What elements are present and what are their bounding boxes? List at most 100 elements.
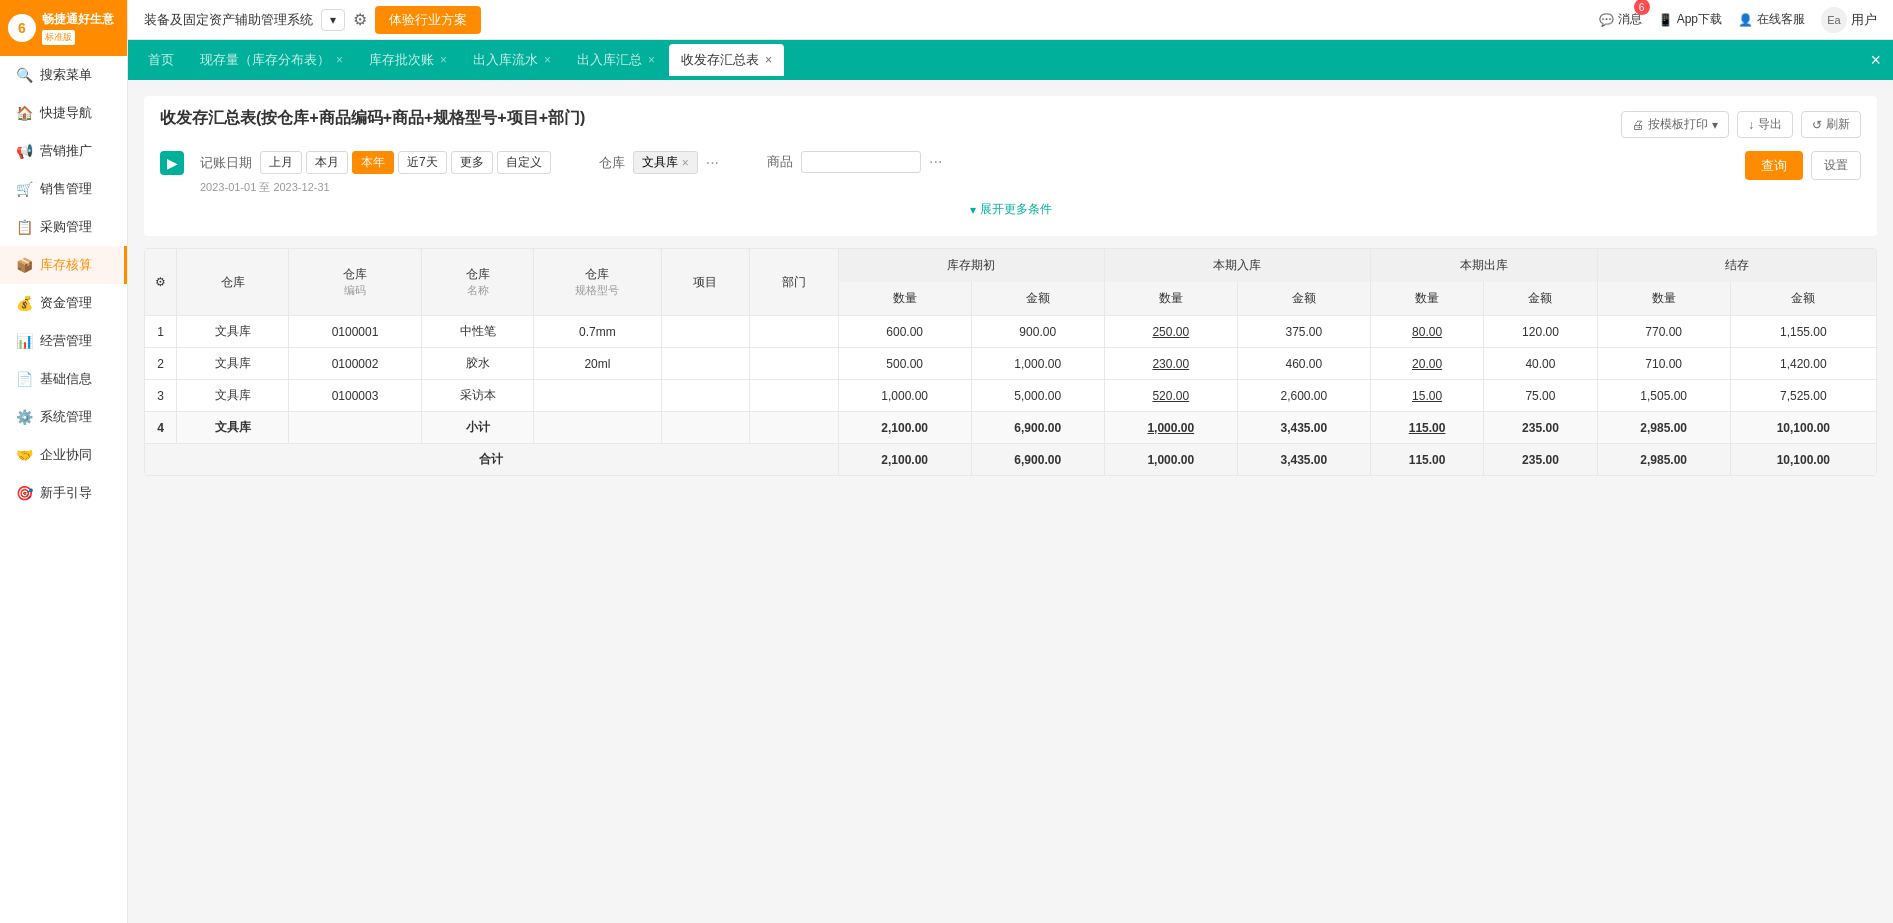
warehouse-tag-remove[interactable]: × [682, 156, 689, 170]
cell-in-qty[interactable]: 230.00 [1104, 348, 1237, 380]
export-btn[interactable]: ↓ 导出 [1737, 111, 1793, 138]
cell-index: 3 [145, 380, 177, 412]
tab-recv-summary-close[interactable]: × [765, 53, 772, 67]
cell-out-qty[interactable]: 80.00 [1370, 316, 1483, 348]
date-btn-last-month[interactable]: 上月 [260, 151, 302, 174]
th-project: 项目 [661, 249, 749, 316]
th-bal-qty: 数量 [1597, 282, 1730, 316]
cell-warehouse: 文具库 [177, 316, 289, 348]
cell-spec [534, 412, 662, 444]
sidebar-item-newbie-label: 新手引导 [40, 484, 92, 502]
cell-name: 采访本 [422, 380, 534, 412]
date-btn-this-year[interactable]: 本年 [352, 151, 394, 174]
cell-bal-amt: 10,100.00 [1730, 412, 1876, 444]
th-open-amt: 金额 [971, 282, 1104, 316]
cell-bal-qty: 2,985.00 [1597, 412, 1730, 444]
date-btn-custom[interactable]: 自定义 [497, 151, 551, 174]
sidebar-item-marketing-label: 营销推广 [40, 142, 92, 160]
total-label: 合计 [145, 444, 839, 476]
print-btn[interactable]: 🖨 按模板打印 ▾ [1621, 111, 1729, 138]
trial-button[interactable]: 体验行业方案 [375, 6, 481, 34]
goods-more[interactable]: ··· [929, 153, 942, 171]
sidebar-item-marketing[interactable]: 📢 营销推广 [0, 132, 127, 170]
sidebar-item-search[interactable]: 🔍 搜索菜单 [0, 56, 127, 94]
sidebar-item-basic[interactable]: 📄 基础信息 [0, 360, 127, 398]
tab-batch-label: 库存批次账 [369, 51, 434, 69]
table-row: 2文具库0100002胶水20ml500.001,000.00230.00460… [145, 348, 1877, 380]
table-settings-icon: ⚙ [155, 275, 166, 289]
total-row: 合计 2,100.00 6,900.00 1,000.00 3,435.00 1… [145, 444, 1877, 476]
cell-spec: 20ml [534, 348, 662, 380]
total-open-qty: 2,100.00 [838, 444, 971, 476]
tab-recv-summary[interactable]: 收发存汇总表 × [669, 44, 784, 76]
mobile-icon: 📱 [1658, 13, 1673, 27]
cell-out-qty[interactable]: 15.00 [1370, 380, 1483, 412]
goods-filter-label: 商品 [767, 153, 793, 171]
th-out-group: 本期出库 [1370, 249, 1597, 283]
cell-open-qty: 600.00 [838, 316, 971, 348]
notification-item[interactable]: 💬 6 消息 [1599, 11, 1642, 28]
newbie-icon: 🎯 [16, 485, 32, 501]
date-btn-more[interactable]: 更多 [451, 151, 493, 174]
tab-batch[interactable]: 库存批次账 × [357, 44, 459, 76]
sidebar-item-purchase[interactable]: 📋 采购管理 [0, 208, 127, 246]
sidebar-item-basic-label: 基础信息 [40, 370, 92, 388]
service-item[interactable]: 👤 在线客服 [1738, 11, 1805, 28]
expand-more-btn[interactable]: ▾ 展开更多条件 [160, 195, 1861, 224]
tab-stock-dist[interactable]: 现存量（库存分布表） × [188, 44, 355, 76]
warehouse-tag-text: 文具库 [642, 154, 678, 171]
gear-icon[interactable]: ⚙ [353, 10, 367, 29]
th-settings[interactable]: ⚙ [145, 249, 177, 316]
tab-home[interactable]: 首页 [136, 44, 186, 76]
cell-dept [750, 412, 838, 444]
sidebar-item-operations[interactable]: 📊 经营管理 [0, 322, 127, 360]
sidebar-item-quicknav[interactable]: 🏠 快捷导航 [0, 94, 127, 132]
cell-out-qty[interactable]: 20.00 [1370, 348, 1483, 380]
sidebar-item-enterprise[interactable]: 🤝 企业协同 [0, 436, 127, 474]
cell-in-qty[interactable]: 250.00 [1104, 316, 1237, 348]
tab-flow-close[interactable]: × [544, 53, 551, 67]
warehouse-more[interactable]: ··· [706, 154, 719, 172]
username: 用户 [1851, 11, 1877, 29]
cell-index: 2 [145, 348, 177, 380]
sidebar-item-sales[interactable]: 🛒 销售管理 [0, 170, 127, 208]
cell-code [289, 412, 422, 444]
app-label: App下载 [1677, 11, 1722, 28]
print-icon: 🖨 [1632, 118, 1644, 132]
sidebar-item-system[interactable]: ⚙️ 系统管理 [0, 398, 127, 436]
app-download-item[interactable]: 📱 App下载 [1658, 11, 1722, 28]
sidebar-item-finance[interactable]: 💰 资金管理 [0, 284, 127, 322]
cell-code: 0100002 [289, 348, 422, 380]
table-row: 3文具库0100003采访本1,000.005,000.00520.002,60… [145, 380, 1877, 412]
system-dropdown[interactable]: ▾ [321, 9, 345, 31]
tab-summary[interactable]: 出入库汇总 × [565, 44, 667, 76]
cell-index: 1 [145, 316, 177, 348]
sidebar-item-inventory[interactable]: 📦 库存核算 [0, 246, 127, 284]
cell-dept [750, 380, 838, 412]
user-item[interactable]: Ea 用户 [1821, 7, 1877, 33]
page-header: 收发存汇总表(按仓库+商品编码+商品+规格型号+项目+部门) 🖨 按模板打印 ▾… [144, 96, 1877, 236]
tab-flow[interactable]: 出入库流水 × [461, 44, 563, 76]
operations-icon: 📊 [16, 333, 32, 349]
th-warehouse: 仓库 [177, 249, 289, 316]
tab-stock-dist-close[interactable]: × [336, 53, 343, 67]
cell-in-qty[interactable]: 520.00 [1104, 380, 1237, 412]
filter-toggle[interactable]: ▶ [160, 151, 184, 175]
settings-button[interactable]: 设置 [1811, 151, 1861, 180]
date-btn-this-month[interactable]: 本月 [306, 151, 348, 174]
refresh-btn[interactable]: ↺ 刷新 [1801, 111, 1861, 138]
goods-filter-input[interactable] [801, 151, 921, 173]
cell-in-qty: 1,000.00 [1104, 412, 1237, 444]
tab-summary-close[interactable]: × [648, 53, 655, 67]
tabbar-close-all[interactable]: × [1866, 50, 1885, 71]
query-button[interactable]: 查询 [1745, 151, 1803, 180]
sidebar-logo: 6 畅捷通好生意 标准版 [0, 0, 127, 56]
cell-code: 0100001 [289, 316, 422, 348]
cell-open-qty: 500.00 [838, 348, 971, 380]
sidebar-item-newbie[interactable]: 🎯 新手引导 [0, 474, 127, 512]
sidebar-item-system-label: 系统管理 [40, 408, 92, 426]
total-out-amt: 235.00 [1484, 444, 1597, 476]
date-btn-7days[interactable]: 近7天 [398, 151, 447, 174]
tab-batch-close[interactable]: × [440, 53, 447, 67]
page-title: 收发存汇总表(按仓库+商品编码+商品+规格型号+项目+部门) [160, 108, 585, 129]
